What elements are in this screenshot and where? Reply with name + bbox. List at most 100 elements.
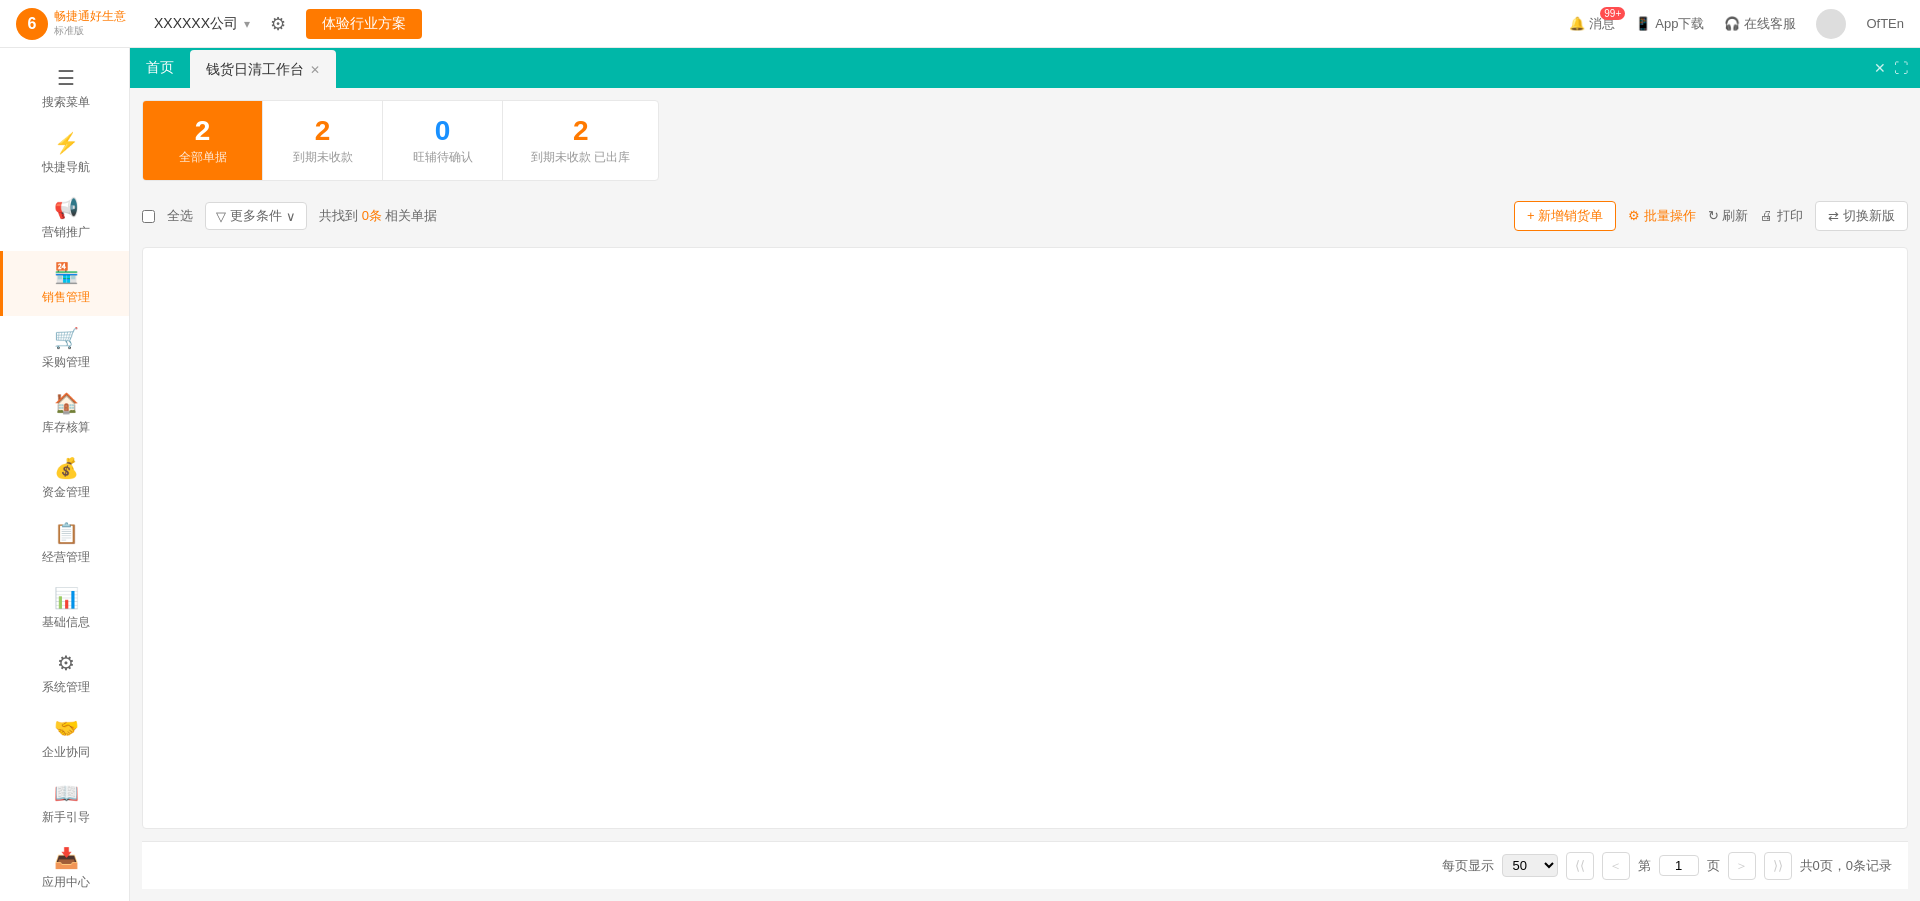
tab-workbench[interactable]: 钱货日清工作台 ✕ <box>190 50 336 90</box>
stat-label-pending: 旺辅待确认 <box>411 149 474 166</box>
sidebar-item-beginner[interactable]: 📖 新手引导 <box>0 771 129 836</box>
stat-number-overdue: 2 <box>291 115 354 147</box>
stat-number-pending: 0 <box>411 115 474 147</box>
stat-label-shipped: 到期未收款 已出库 <box>531 149 630 166</box>
main-layout: ☰ 搜索菜单 ⚡ 快捷导航 📢 营销推广 🏪 销售管理 🛒 采购管理 🏠 库存核… <box>0 48 1920 901</box>
sidebar-label-system: 系统管理 <box>42 679 90 696</box>
tab-workbench-label: 钱货日清工作台 <box>206 61 304 79</box>
sidebar-item-basic-info[interactable]: 📊 基础信息 <box>0 576 129 641</box>
total-text: 共0页，0条记录 <box>1800 857 1892 875</box>
settings-icon[interactable]: ⚙ <box>262 8 294 40</box>
stat-card-shipped[interactable]: 2 到期未收款 已出库 <box>503 101 658 180</box>
company-selector[interactable]: XXXXXX公司 ▾ <box>146 11 258 37</box>
sidebar-label-app-center: 应用中心 <box>42 874 90 891</box>
page-next-button[interactable]: ＞ <box>1728 852 1756 880</box>
refresh-label: 刷新 <box>1722 208 1748 223</box>
beginner-icon: 📖 <box>54 781 79 805</box>
sidebar-item-quick-nav[interactable]: ⚡ 快捷导航 <box>0 121 129 186</box>
brand-sub: 标准版 <box>54 24 126 38</box>
chevron-icon: ∨ <box>286 209 296 224</box>
operations-icon: 📋 <box>54 521 79 545</box>
sidebar-item-inventory[interactable]: 🏠 库存核算 <box>0 381 129 446</box>
tab-close-icon[interactable]: ✕ <box>310 63 320 77</box>
result-text: 共找到 0条 相关单据 <box>319 207 437 225</box>
service-icon: 🎧 <box>1724 16 1740 31</box>
purchase-icon: 🛒 <box>54 326 79 350</box>
basic-info-icon: 📊 <box>54 586 79 610</box>
pagination: 每页显示 50 10 20 100 ⟨⟨ ＜ 第 页 ＞ ⟩⟩ 共0页，0条记录 <box>142 841 1908 889</box>
sidebar-item-app-center[interactable]: 📥 应用中心 <box>0 836 129 901</box>
sidebar-item-enterprise[interactable]: 🤝 企业协同 <box>0 706 129 771</box>
sidebar: ☰ 搜索菜单 ⚡ 快捷导航 📢 营销推广 🏪 销售管理 🛒 采购管理 🏠 库存核… <box>0 48 130 901</box>
sidebar-item-finance[interactable]: 💰 资金管理 <box>0 446 129 511</box>
page-last-button[interactable]: ⟩⟩ <box>1764 852 1792 880</box>
page-size-select[interactable]: 50 10 20 100 <box>1502 854 1558 877</box>
online-service-label: 在线客服 <box>1744 15 1796 33</box>
toolbar: 全选 ▽ 更多条件 ∨ 共找到 0条 相关单据 + 新增销货单 ⚙ 批量操作 <box>142 193 1908 235</box>
stat-label-all: 全部单据 <box>171 149 234 166</box>
stat-number-shipped: 2 <box>531 115 630 147</box>
switch-version-button[interactable]: ⇄ 切换新版 <box>1815 201 1908 231</box>
stat-card-pending[interactable]: 0 旺辅待确认 <box>383 101 503 180</box>
tab-home[interactable]: 首页 <box>130 48 190 88</box>
messages-button[interactable]: 🔔 消息 99+ <box>1569 15 1615 33</box>
result-suffix: 相关单据 <box>385 208 437 223</box>
app-download-label: App下载 <box>1655 15 1704 33</box>
sidebar-label-quick-nav: 快捷导航 <box>42 159 90 176</box>
batch-operation-button[interactable]: ⚙ 批量操作 <box>1628 207 1696 225</box>
stat-card-all[interactable]: 2 全部单据 <box>143 101 263 180</box>
sidebar-label-beginner: 新手引导 <box>42 809 90 826</box>
maximize-icon[interactable]: ⛶ <box>1894 60 1908 76</box>
online-service-button[interactable]: 🎧 在线客服 <box>1724 15 1796 33</box>
download-icon: 📱 <box>1635 16 1651 31</box>
tab-controls: ✕ ⛶ <box>1874 60 1920 76</box>
app-center-icon: 📥 <box>54 846 79 870</box>
sidebar-item-purchase-mgmt[interactable]: 🛒 采购管理 <box>0 316 129 381</box>
sidebar-item-marketing[interactable]: 📢 营销推广 <box>0 186 129 251</box>
page-prev-button[interactable]: ＜ <box>1602 852 1630 880</box>
tab-home-label: 首页 <box>146 59 174 77</box>
switch-label: 切换新版 <box>1843 207 1895 225</box>
page-label: 第 <box>1638 857 1651 875</box>
sidebar-label-finance: 资金管理 <box>42 484 90 501</box>
refresh-button[interactable]: ↻ 刷新 <box>1708 207 1749 225</box>
table-area <box>142 247 1908 829</box>
brand-name: 畅捷通好生意 <box>54 9 126 25</box>
marketing-icon: 📢 <box>54 196 79 220</box>
sales-icon: 🏪 <box>54 261 79 285</box>
page-input[interactable] <box>1659 855 1699 876</box>
experience-button[interactable]: 体验行业方案 <box>306 9 422 39</box>
sidebar-label-purchase: 采购管理 <box>42 354 90 371</box>
sidebar-item-sales-mgmt[interactable]: 🏪 销售管理 <box>0 251 129 316</box>
sidebar-item-search-menu[interactable]: ☰ 搜索菜单 <box>0 56 129 121</box>
switch-icon: ⇄ <box>1828 209 1839 224</box>
stat-card-overdue[interactable]: 2 到期未收款 <box>263 101 383 180</box>
result-count: 0条 <box>362 208 382 223</box>
stat-label-overdue: 到期未收款 <box>291 149 354 166</box>
enterprise-icon: 🤝 <box>54 716 79 740</box>
page-first-button[interactable]: ⟨⟨ <box>1566 852 1594 880</box>
header-right: 🔔 消息 99+ 📱 App下载 🎧 在线客服 OfTEn <box>1569 9 1904 39</box>
sidebar-label-inventory: 库存核算 <box>42 419 90 436</box>
finance-icon: 💰 <box>54 456 79 480</box>
print-button[interactable]: 🖨 打印 <box>1760 207 1803 225</box>
page-label-2: 页 <box>1707 857 1720 875</box>
table-body <box>143 248 1907 828</box>
lightning-icon: ⚡ <box>54 131 79 155</box>
chevron-down-icon: ▾ <box>244 17 250 31</box>
avatar[interactable] <box>1816 9 1846 39</box>
select-all-checkbox[interactable] <box>142 210 155 223</box>
sidebar-label-basic-info: 基础信息 <box>42 614 90 631</box>
sidebar-label-marketing: 营销推广 <box>42 224 90 241</box>
company-name: XXXXXX公司 <box>154 15 238 33</box>
sidebar-label-operations: 经营管理 <box>42 549 90 566</box>
result-prefix: 共找到 <box>319 208 358 223</box>
filter-button[interactable]: ▽ 更多条件 ∨ <box>205 202 307 230</box>
sidebar-item-system-mgmt[interactable]: ⚙ 系统管理 <box>0 641 129 706</box>
add-sales-order-button[interactable]: + 新增销货单 <box>1514 201 1616 231</box>
inventory-icon: 🏠 <box>54 391 79 415</box>
sidebar-item-operations[interactable]: 📋 经营管理 <box>0 511 129 576</box>
close-tab-ctrl-icon[interactable]: ✕ <box>1874 60 1886 76</box>
system-icon: ⚙ <box>57 651 75 675</box>
app-download-button[interactable]: 📱 App下载 <box>1635 15 1704 33</box>
